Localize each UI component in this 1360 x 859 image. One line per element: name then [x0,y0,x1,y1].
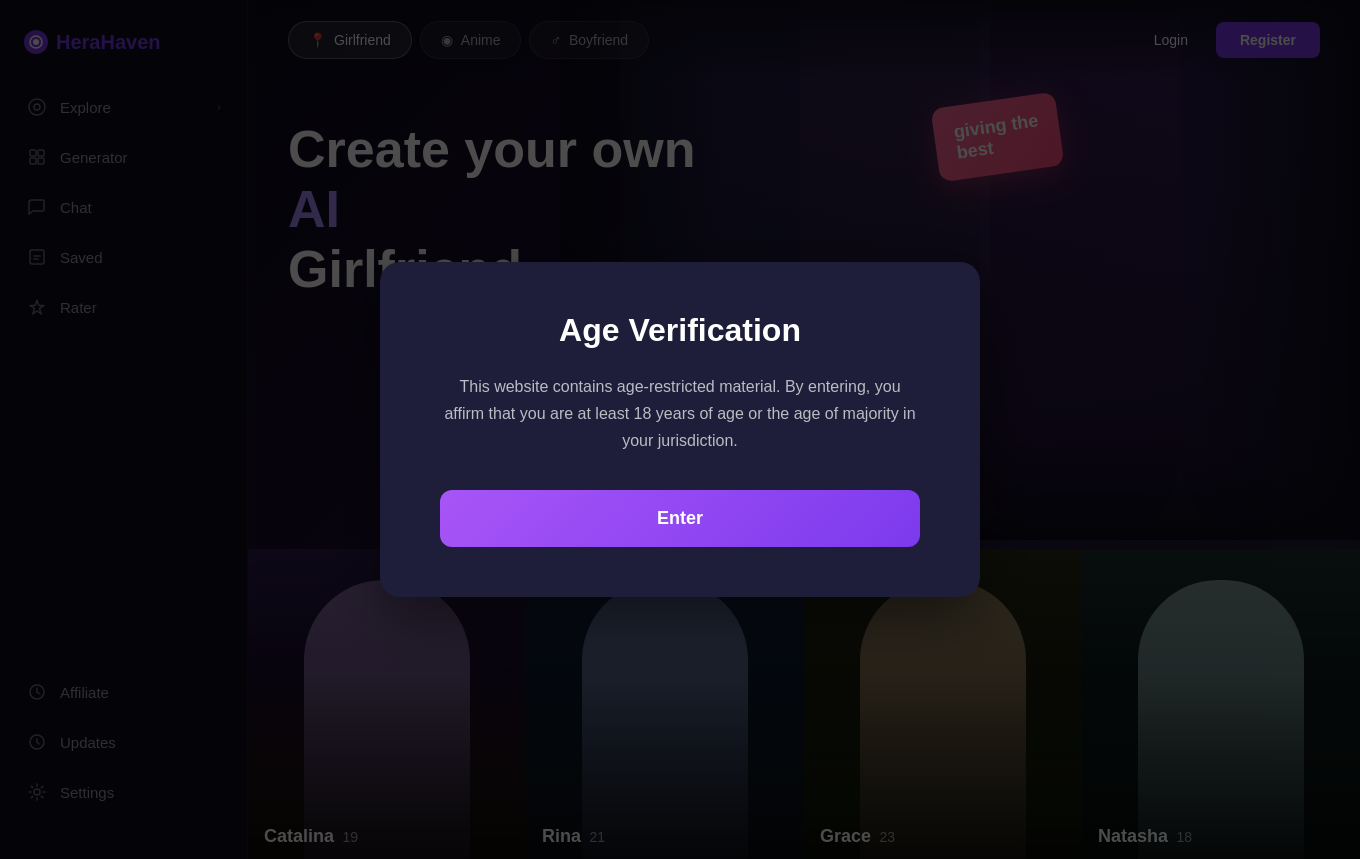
modal-body: This website contains age-restricted mat… [440,373,920,455]
modal-enter-button[interactable]: Enter [440,490,920,547]
modal-overlay: Age Verification This website contains a… [0,0,1360,859]
modal-title: Age Verification [440,312,920,349]
age-verification-modal: Age Verification This website contains a… [380,262,980,598]
